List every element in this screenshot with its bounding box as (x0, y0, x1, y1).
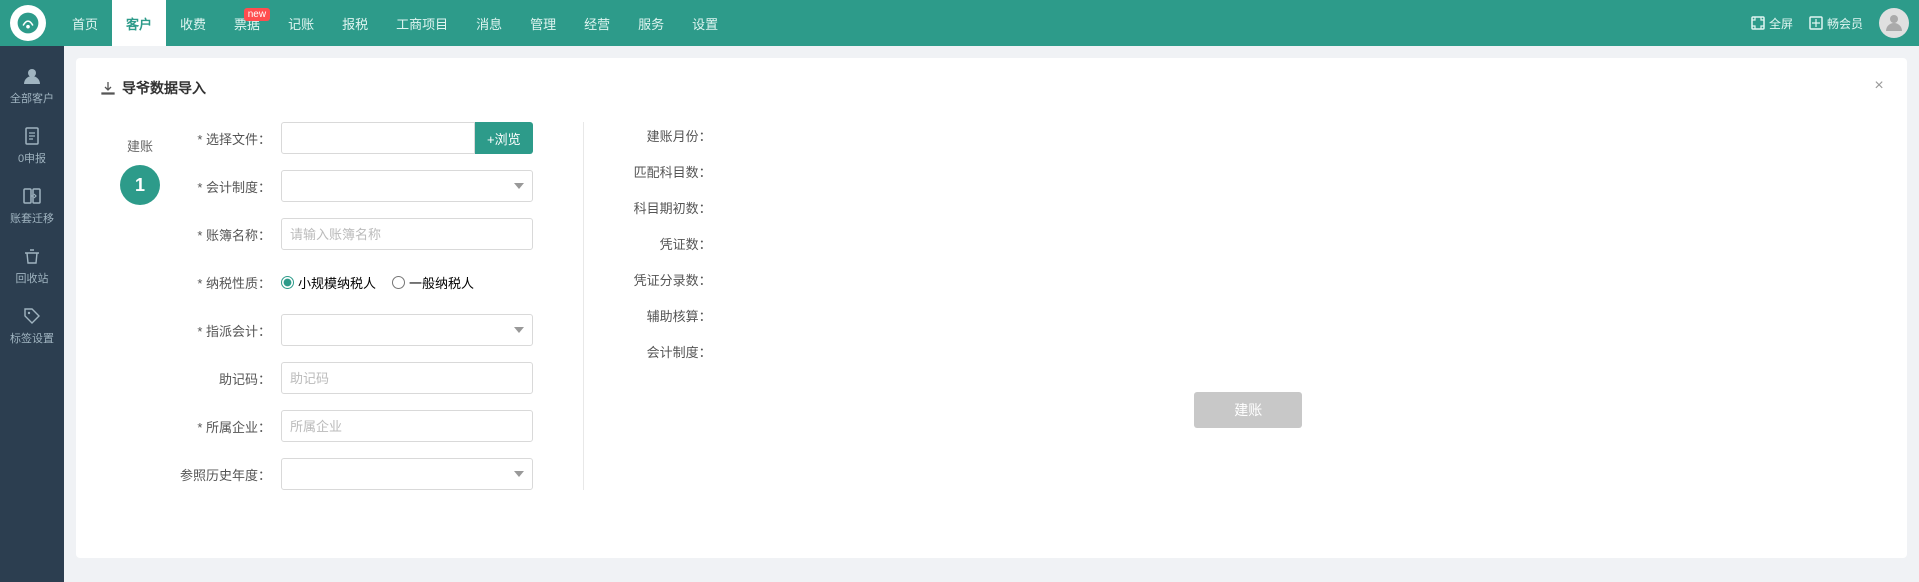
nav-item-business[interactable]: 工商项目 (382, 0, 462, 46)
invoice-badge: new (244, 8, 270, 21)
company-label: * 所属企业： (180, 417, 271, 436)
sidebar-item-tag[interactable]: 标签设置 (0, 296, 64, 356)
member-btn[interactable]: 畅会员 (1809, 15, 1863, 32)
fullscreen-label: 全屏 (1769, 15, 1793, 32)
voucher-label: 凭证数： (634, 234, 712, 253)
voucher-value (722, 234, 1863, 254)
tag-icon (22, 306, 42, 326)
migrate-icon (22, 186, 42, 206)
file-label: * 选择文件： (180, 129, 271, 148)
layout: 全部客户 0申报 账套迁移 回收站 (0, 46, 1919, 582)
nav-item-customer[interactable]: 客户 (112, 0, 166, 46)
nav-right: 全屏 畅会员 (1751, 8, 1909, 38)
nav-item-fee[interactable]: 收费 (166, 0, 220, 46)
accountant-label: * 指派会计： (180, 321, 271, 340)
nav-item-home[interactable]: 首页 (58, 0, 112, 46)
month-value (722, 126, 1863, 146)
file-input[interactable] (281, 122, 475, 154)
nav-logo[interactable] (10, 5, 46, 41)
memo-code-label: 助记码： (180, 369, 271, 388)
company-input[interactable] (281, 410, 533, 442)
nav-item-manage[interactable]: 管理 (516, 0, 570, 46)
sidebar: 全部客户 0申报 账套迁移 回收站 (0, 46, 64, 582)
file-icon (22, 126, 42, 146)
ledger-name-input[interactable] (281, 218, 533, 250)
match-value (722, 162, 1863, 182)
sidebar-item-recycle[interactable]: 回收站 (0, 236, 64, 296)
step-circle: 1 (120, 165, 160, 205)
month-label: 建账月份： (634, 126, 712, 145)
build-account-button[interactable]: 建账 (1194, 392, 1302, 428)
voucher-entries-label: 凭证分录数： (634, 270, 712, 289)
user-icon (22, 66, 42, 86)
form-left: 建账 1 * 选择文件： +浏览 * 会计制度： (120, 122, 533, 490)
nav-item-operation[interactable]: 经营 (570, 0, 624, 46)
nav-item-tax[interactable]: 报税 (328, 0, 382, 46)
sidebar-item-migrate[interactable]: 账套迁移 (0, 176, 64, 236)
browse-button[interactable]: +浏览 (475, 122, 533, 154)
nav-item-service[interactable]: 服务 (624, 0, 678, 46)
tax-general-radio[interactable]: 一般纳税人 (392, 273, 474, 292)
panel: 导爷数据导入 × 建账 1 * 选择文件： +浏览 (76, 58, 1907, 558)
sidebar-item-declaration[interactable]: 0申报 (0, 116, 64, 176)
user-avatar[interactable] (1879, 8, 1909, 38)
step-label: 建账 (127, 136, 153, 155)
tax-small-input[interactable] (281, 276, 294, 289)
fullscreen-btn[interactable]: 全屏 (1751, 15, 1793, 32)
divider (583, 122, 584, 490)
history-year-select[interactable] (281, 458, 533, 490)
info-grid: 建账月份： 匹配科目数： 科目期初数： 凭证数： 凭证分录数： 辅助核算： 会计… (634, 126, 1863, 362)
tax-small-label: 小规模纳税人 (298, 273, 376, 292)
panel-title: 导爷数据导入 (100, 78, 1883, 98)
tax-type-radio-group: 小规模纳税人 一般纳税人 (281, 266, 533, 298)
accounting-system-select[interactable] (281, 170, 533, 202)
nav-item-bookkeeping[interactable]: 记账 (274, 0, 328, 46)
accounting-info-value (722, 342, 1863, 362)
close-button[interactable]: × (1867, 74, 1891, 98)
aux-value (722, 306, 1863, 326)
file-input-group: +浏览 (281, 122, 533, 154)
tax-type-label: * 纳税性质： (180, 273, 271, 292)
initial-value (722, 198, 1863, 218)
ledger-name-label: * 账簿名称： (180, 225, 271, 244)
nav-items: 首页 客户 收费 票据 new 记账 报税 工商项目 消息 管理 经营 服务 设… (58, 0, 1751, 46)
top-nav: 首页 客户 收费 票据 new 记账 报税 工商项目 消息 管理 经营 服务 设… (0, 0, 1919, 46)
right-section: 建账月份： 匹配科目数： 科目期初数： 凭证数： 凭证分录数： 辅助核算： 会计… (634, 122, 1863, 490)
tax-small-radio[interactable]: 小规模纳税人 (281, 273, 376, 292)
nav-item-invoice[interactable]: 票据 new (220, 0, 274, 46)
tax-general-input[interactable] (392, 276, 405, 289)
build-btn-area: 建账 (634, 392, 1863, 428)
tax-general-label: 一般纳税人 (409, 273, 474, 292)
accounting-system-label: * 会计制度： (180, 177, 271, 196)
nav-item-settings[interactable]: 设置 (678, 0, 732, 46)
history-year-label: 参照历史年度： (180, 465, 271, 484)
voucher-entries-value (722, 270, 1863, 290)
form-grid: * 选择文件： +浏览 * 会计制度： * 账簿名称： (180, 122, 533, 490)
member-label: 畅会员 (1827, 15, 1863, 32)
memo-code-input[interactable] (281, 362, 533, 394)
main-content: 导爷数据导入 × 建账 1 * 选择文件： +浏览 (64, 46, 1919, 582)
aux-label: 辅助核算： (634, 306, 712, 325)
import-icon (100, 80, 116, 96)
form-area: 建账 1 * 选择文件： +浏览 * 会计制度： (100, 122, 1883, 490)
match-label: 匹配科目数： (634, 162, 712, 181)
initial-label: 科目期初数： (634, 198, 712, 217)
sidebar-item-all-customers[interactable]: 全部客户 (0, 56, 64, 116)
accountant-select[interactable] (281, 314, 533, 346)
trash-icon (22, 246, 42, 266)
nav-item-message[interactable]: 消息 (462, 0, 516, 46)
accounting-info-label: 会计制度： (634, 342, 712, 361)
